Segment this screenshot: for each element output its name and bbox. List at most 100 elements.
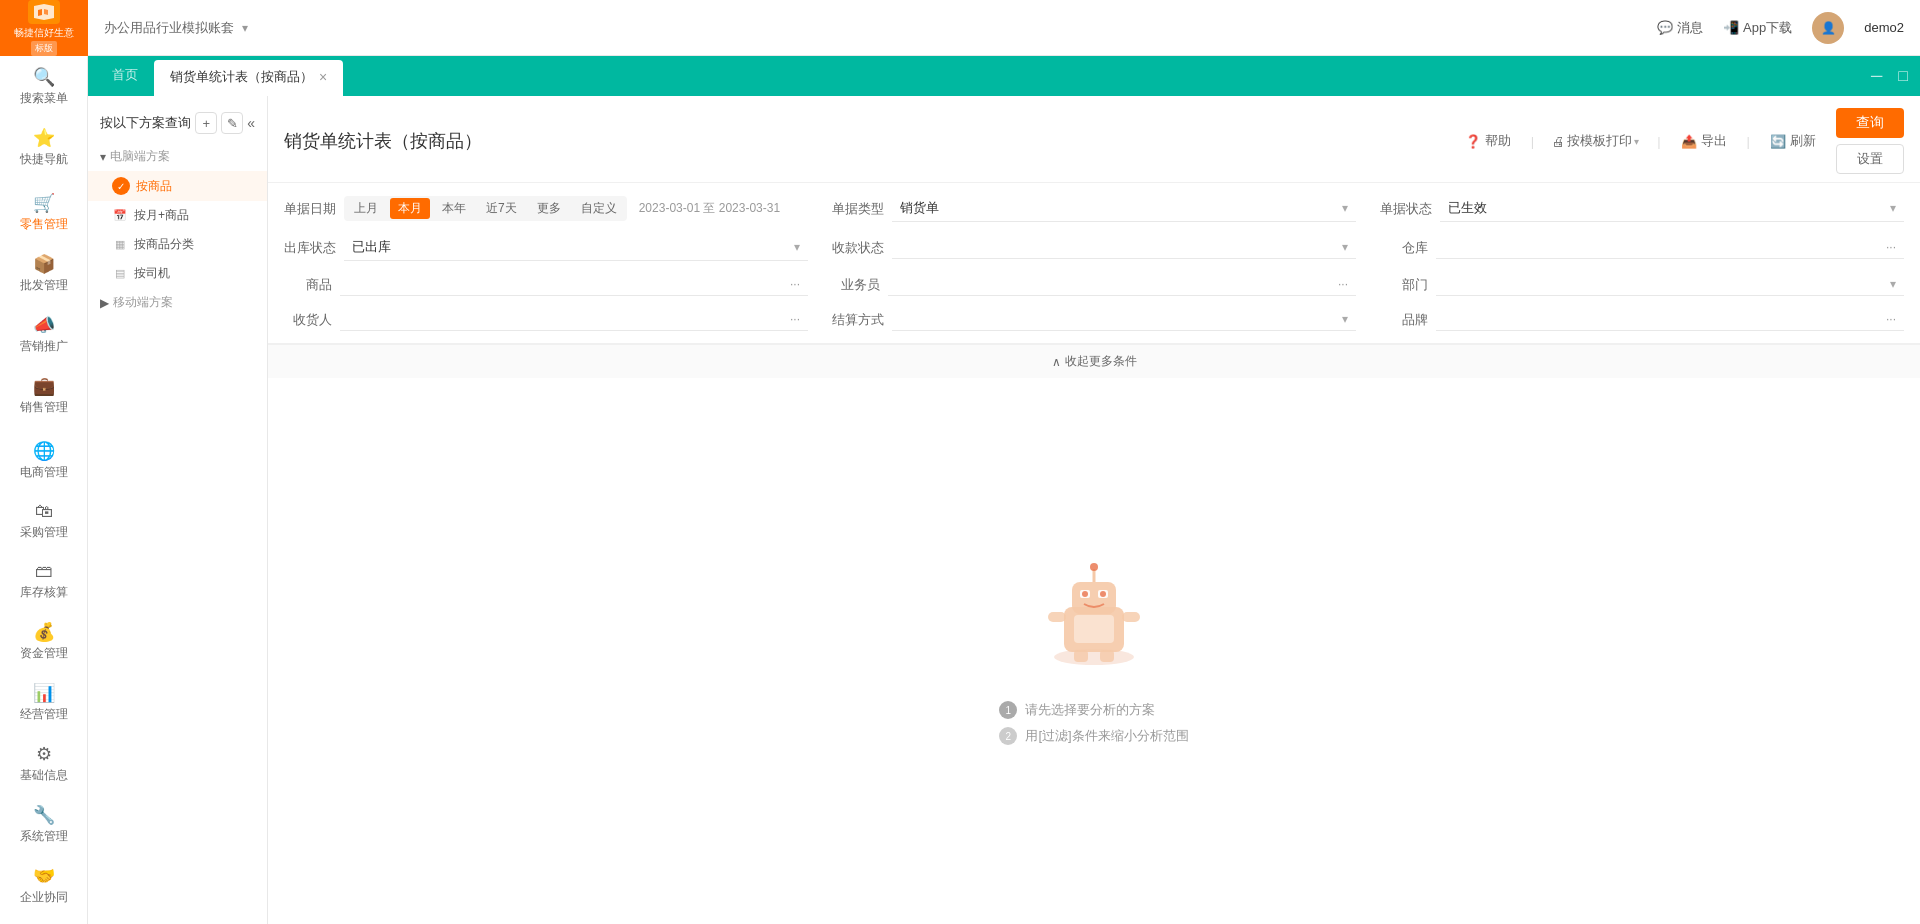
tab-minimize-btn[interactable]: ─ bbox=[1867, 63, 1886, 89]
docstatus-arrow: ▾ bbox=[1890, 201, 1896, 215]
tab-bar: 首页 销货单统计表（按商品） × ─ □ bbox=[88, 56, 1920, 96]
scheme-group-pc[interactable]: ▾ 电脑端方案 bbox=[88, 142, 267, 171]
date-tab-7days[interactable]: 近7天 bbox=[478, 198, 525, 219]
docstatus-value: 已生效 bbox=[1448, 199, 1487, 217]
export-label: 导出 bbox=[1701, 132, 1727, 150]
filter-field-dept: 部门 ▾ bbox=[1380, 273, 1904, 296]
payment-control[interactable]: ▾ bbox=[892, 236, 1356, 259]
print-btn[interactable]: 🖨 按模板打印 ▾ bbox=[1546, 128, 1645, 154]
salesman-control[interactable]: ··· bbox=[888, 273, 1356, 296]
sidebar-item-marketing[interactable]: 📣 营销推广 bbox=[0, 304, 87, 365]
filter-area: 单据日期 上月 本月 本年 近7天 更多 自定义 2023-03-01 至 20… bbox=[268, 183, 1920, 344]
scheme-item-by-goods[interactable]: ✓ 按商品 bbox=[88, 171, 267, 201]
scheme-item-by-category[interactable]: ▦ 按商品分类 bbox=[88, 230, 267, 259]
sidebar-item-purchase[interactable]: 🛍 采购管理 bbox=[0, 491, 87, 551]
settlement-label: 结算方式 bbox=[832, 311, 884, 329]
sidebar-item-retail[interactable]: 🛒 零售管理 bbox=[0, 182, 87, 243]
settings-btn[interactable]: 设置 bbox=[1836, 144, 1904, 174]
receiver-more[interactable]: ··· bbox=[790, 312, 800, 326]
breadcrumb-dropdown-icon[interactable]: ▾ bbox=[242, 21, 248, 35]
svg-rect-11 bbox=[1074, 615, 1114, 643]
main-content: 销货单统计表（按商品） ❓ 帮助 | 🖨 按模板打印 ▾ | 📤 bbox=[268, 96, 1920, 924]
docstatus-control[interactable]: 已生效 ▾ bbox=[1440, 195, 1904, 222]
sidebar-item-basic[interactable]: ⚙ 基础信息 bbox=[0, 733, 87, 794]
svg-rect-9 bbox=[1048, 612, 1066, 622]
print-dropdown-arrow: ▾ bbox=[1634, 136, 1639, 147]
sidebar-item-ecommerce[interactable]: 🌐 电商管理 bbox=[0, 430, 87, 491]
main-area: 办公用品行业模拟账套 ▾ 💬 消息 📲 App下载 👤 demo2 首页 销货单… bbox=[88, 0, 1920, 924]
filter-field-date: 单据日期 上月 本月 本年 近7天 更多 自定义 2023-03-01 至 20… bbox=[284, 196, 808, 221]
brand-more[interactable]: ··· bbox=[1886, 312, 1896, 326]
sidebar-item-enterprise[interactable]: 🤝 企业协同 bbox=[0, 855, 87, 916]
sidebar-item-finance[interactable]: 💰 资金管理 bbox=[0, 611, 87, 672]
app-download-action[interactable]: 📲 App下载 bbox=[1723, 19, 1792, 37]
tab-sales-stat[interactable]: 销货单统计表（按商品） × bbox=[154, 60, 343, 96]
dept-arrow: ▾ bbox=[1890, 277, 1896, 291]
refresh-btn[interactable]: 🔄 刷新 bbox=[1762, 128, 1824, 154]
help-icon: ❓ bbox=[1465, 134, 1481, 149]
date-tab-this-year[interactable]: 本年 bbox=[434, 198, 474, 219]
outstatus-control[interactable]: 已出库 ▾ bbox=[344, 234, 808, 261]
page-title: 销货单统计表（按商品） bbox=[284, 129, 482, 153]
tab-close-icon[interactable]: × bbox=[319, 70, 327, 84]
dept-control[interactable]: ▾ bbox=[1436, 273, 1904, 296]
sidebar-item-sales[interactable]: 💼 销售管理 bbox=[0, 365, 87, 426]
sidebar-item-operation[interactable]: 📊 经营管理 bbox=[0, 672, 87, 733]
date-tab-more[interactable]: 更多 bbox=[529, 198, 569, 219]
operation-icon: 📊 bbox=[33, 682, 55, 704]
message-icon: 💬 bbox=[1657, 20, 1673, 35]
svg-point-5 bbox=[1082, 591, 1088, 597]
tab-maximize-btn[interactable]: □ bbox=[1894, 63, 1912, 89]
scheme-item-by-driver[interactable]: ▤ 按司机 bbox=[88, 259, 267, 288]
help-btn[interactable]: ❓ 帮助 bbox=[1457, 128, 1519, 154]
sidebar-item-system[interactable]: 🔧 系统管理 bbox=[0, 794, 87, 855]
search-icon: 🔍 bbox=[33, 66, 55, 88]
filter-edit-btn[interactable]: ✎ bbox=[221, 112, 243, 134]
brand-control[interactable]: ··· bbox=[1436, 308, 1904, 331]
settlement-control[interactable]: ▾ bbox=[892, 308, 1356, 331]
filter-collapse-btn[interactable]: « bbox=[247, 115, 255, 131]
empty-illustration bbox=[1034, 557, 1154, 677]
export-btn[interactable]: 📤 导出 bbox=[1673, 128, 1735, 154]
warehouse-label: 仓库 bbox=[1380, 239, 1428, 257]
outstatus-label: 出库状态 bbox=[284, 239, 336, 257]
sidebar-item-guide[interactable]: 📖 新手引导 bbox=[0, 916, 87, 924]
scheme-group-pc-arrow: ▾ bbox=[100, 150, 106, 164]
svg-rect-2 bbox=[1072, 582, 1116, 614]
tab-home[interactable]: 首页 bbox=[96, 56, 154, 96]
scheme-item-by-month-goods[interactable]: 📅 按月+商品 bbox=[88, 201, 267, 230]
receiver-control[interactable]: ··· bbox=[340, 308, 808, 331]
query-btn[interactable]: 查询 bbox=[1836, 108, 1904, 138]
date-tab-custom[interactable]: 自定义 bbox=[573, 198, 625, 219]
receiver-label: 收货人 bbox=[284, 311, 332, 329]
empty-tip-2: 2 用[过滤]条件来缩小分析范围 bbox=[999, 727, 1188, 745]
collapse-more-btn[interactable]: ∧ 收起更多条件 bbox=[268, 344, 1920, 378]
docstatus-label: 单据状态 bbox=[1380, 200, 1432, 218]
tip-dot-1: 1 bbox=[999, 701, 1017, 719]
salesman-more[interactable]: ··· bbox=[1338, 277, 1348, 291]
warehouse-more[interactable]: ··· bbox=[1886, 240, 1896, 254]
app-tag: 标版 bbox=[31, 41, 57, 56]
message-action[interactable]: 💬 消息 bbox=[1657, 19, 1703, 37]
sidebar-item-inventory[interactable]: 🗃 库存核算 bbox=[0, 551, 87, 611]
settlement-arrow: ▾ bbox=[1342, 312, 1348, 326]
filter-field-docstatus: 单据状态 已生效 ▾ bbox=[1380, 195, 1904, 222]
doctype-label: 单据类型 bbox=[832, 200, 884, 218]
marketing-icon: 📣 bbox=[33, 314, 55, 336]
sidebar-item-search[interactable]: 🔍 搜索菜单 bbox=[0, 56, 87, 117]
filter-row-2: 出库状态 已出库 ▾ 收款状态 ▾ bbox=[284, 234, 1904, 261]
filter-add-btn[interactable]: + bbox=[195, 112, 217, 134]
goods-control[interactable]: ··· bbox=[340, 273, 808, 296]
salesman-label: 业务员 bbox=[832, 276, 880, 294]
warehouse-control[interactable]: ··· bbox=[1436, 236, 1904, 259]
tab-home-label: 首页 bbox=[112, 66, 138, 84]
sidebar-item-quicknav[interactable]: ⭐ 快捷导航 bbox=[0, 117, 87, 178]
date-tab-this-month[interactable]: 本月 bbox=[390, 198, 430, 219]
scheme-group-mobile[interactable]: ▶ 移动端方案 bbox=[88, 288, 267, 317]
doctype-control[interactable]: 销货单 ▾ bbox=[892, 195, 1356, 222]
date-tab-last-month[interactable]: 上月 bbox=[346, 198, 386, 219]
sidebar-item-system-label: 系统管理 bbox=[20, 828, 68, 845]
sidebar-item-wholesale[interactable]: 📦 批发管理 bbox=[0, 243, 87, 304]
user-avatar[interactable]: 👤 bbox=[1812, 12, 1844, 44]
goods-more[interactable]: ··· bbox=[790, 277, 800, 291]
